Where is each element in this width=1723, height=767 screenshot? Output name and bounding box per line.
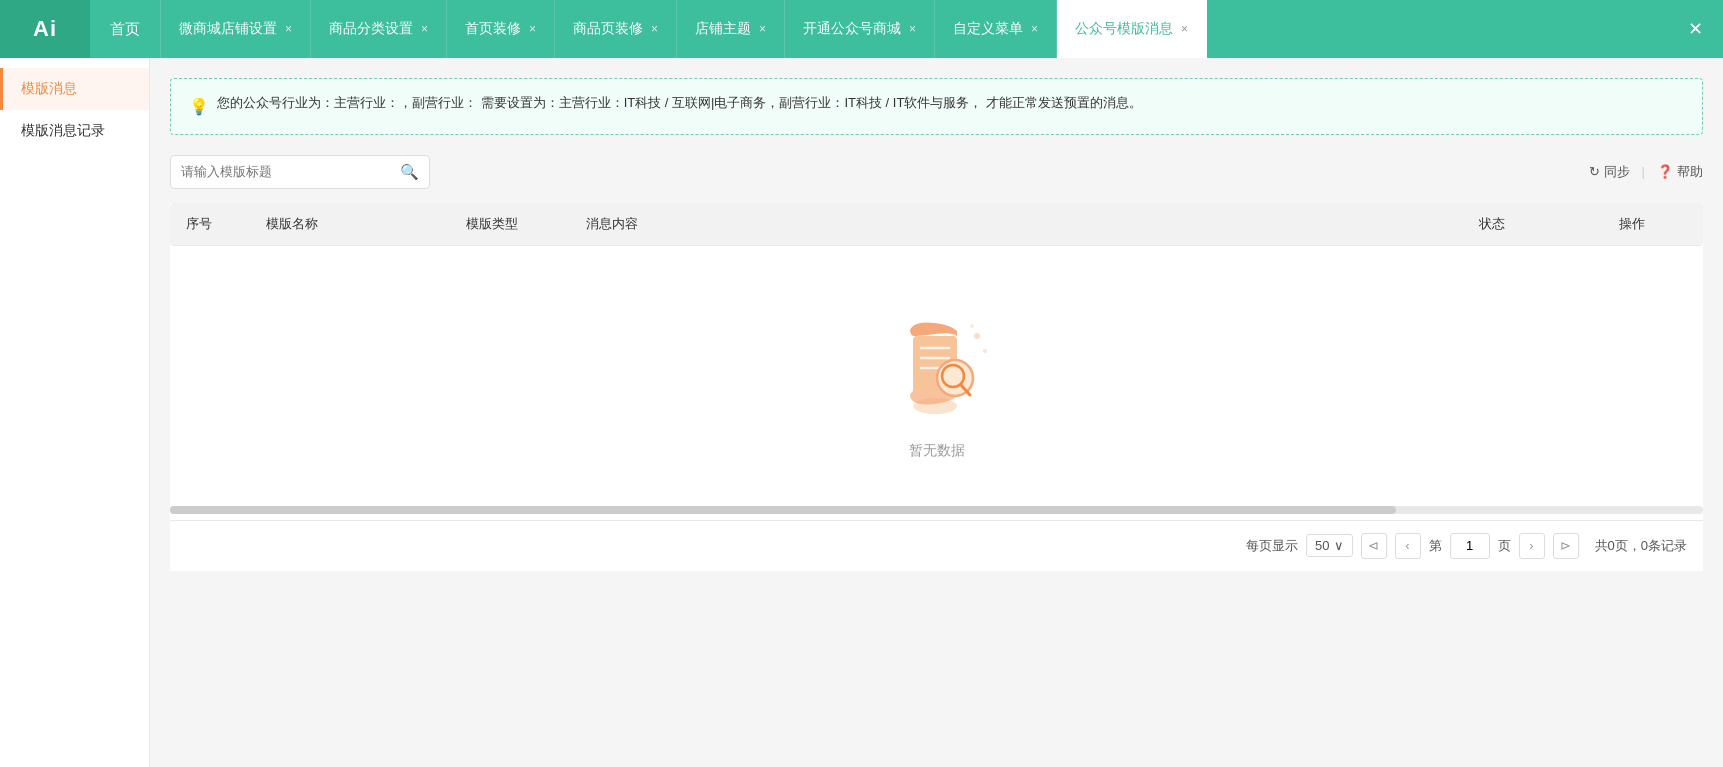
topbar-tab-weishop-settings[interactable]: 微商城店铺设置 × xyxy=(161,0,311,58)
content-area: 💡 您的公众号行业为：主营行业：，副营行业： 需要设置为：主营行业：IT科技 /… xyxy=(150,58,1723,767)
help-button[interactable]: ❓ 帮助 xyxy=(1657,163,1703,181)
horizontal-scrollbar[interactable] xyxy=(170,506,1703,514)
empty-illustration xyxy=(877,306,997,426)
chevron-down-icon: ∨ xyxy=(1334,538,1344,553)
notice-box: 💡 您的公众号行业为：主营行业：，副营行业： 需要设置为：主营行业：IT科技 /… xyxy=(170,78,1703,135)
col-header-type: 模版类型 xyxy=(450,203,570,246)
col-header-action: 操作 xyxy=(1603,203,1703,246)
col-header-index: 序号 xyxy=(170,203,250,246)
topbar-tab-shop-theme[interactable]: 店铺主题 × xyxy=(677,0,785,58)
tab-close-icon-weishop-settings[interactable]: × xyxy=(285,22,292,36)
notice-icon: 💡 xyxy=(189,94,209,120)
notice-text: 您的公众号行业为：主营行业：，副营行业： 需要设置为：主营行业：IT科技 / 互… xyxy=(217,93,1142,114)
pagination-total: 共0页，0条记录 xyxy=(1595,537,1687,555)
search-icon[interactable]: 🔍 xyxy=(400,163,419,181)
page-size-select[interactable]: 50 ∨ xyxy=(1306,534,1352,557)
app-logo: Ai xyxy=(0,0,90,58)
page-size-label: 每页显示 xyxy=(1246,537,1298,555)
sync-button[interactable]: ↻ 同步 xyxy=(1589,163,1630,181)
topbar-tab-home[interactable]: 首页 xyxy=(90,0,161,58)
tab-close-icon-category-settings[interactable]: × xyxy=(421,22,428,36)
tab-close-icon-template-msg[interactable]: × xyxy=(1181,22,1188,36)
svg-point-10 xyxy=(970,324,974,328)
table-wrapper: 序号模版名称模版类型消息内容状态操作 xyxy=(170,203,1703,571)
topbar-tab-template-msg[interactable]: 公众号模版消息 × xyxy=(1057,0,1207,58)
prev-page-button[interactable]: ‹ xyxy=(1395,533,1421,559)
topbar-tab-home-decor[interactable]: 首页装修 × xyxy=(447,0,555,58)
tab-close-icon-product-decor[interactable]: × xyxy=(651,22,658,36)
topbar-tab-product-decor[interactable]: 商品页装修 × xyxy=(555,0,677,58)
close-all-button[interactable]: ✕ xyxy=(1668,0,1723,58)
page-di-label: 第 xyxy=(1429,537,1442,555)
next-page-button[interactable]: › xyxy=(1519,533,1545,559)
toolbar-right: ↻ 同步 | ❓ 帮助 xyxy=(1589,163,1703,181)
topbar-tab-custom-menu[interactable]: 自定义菜单 × xyxy=(935,0,1057,58)
empty-state: 暂无数据 xyxy=(170,246,1703,500)
scrollbar-thumb xyxy=(170,506,1396,514)
pagination-bar: 每页显示 50 ∨ ⊲ ‹ 第 页 › ⊳ 共0页，0条记录 xyxy=(170,520,1703,571)
page-unit-label: 页 xyxy=(1498,537,1511,555)
sidebar: 模版消息模版消息记录 xyxy=(0,58,150,767)
first-page-button[interactable]: ⊲ xyxy=(1361,533,1387,559)
sidebar-item-template-msg-log[interactable]: 模版消息记录 xyxy=(0,110,149,152)
svg-point-8 xyxy=(974,333,980,339)
page-size-value: 50 xyxy=(1315,538,1329,553)
topbar-tab-category-settings[interactable]: 商品分类设置 × xyxy=(311,0,447,58)
search-input-wrap: 🔍 xyxy=(170,155,430,189)
topbar: Ai 首页微商城店铺设置 ×商品分类设置 ×首页装修 ×商品页装修 ×店铺主题 … xyxy=(0,0,1723,58)
topbar-tab-open-mall[interactable]: 开通公众号商城 × xyxy=(785,0,935,58)
last-page-button[interactable]: ⊳ xyxy=(1553,533,1579,559)
sync-icon: ↻ xyxy=(1589,164,1600,179)
table-scroll: 序号模版名称模版类型消息内容状态操作 xyxy=(170,203,1703,246)
svg-point-9 xyxy=(983,349,987,353)
search-bar: 🔍 ↻ 同步 | ❓ 帮助 xyxy=(170,155,1703,189)
help-icon: ❓ xyxy=(1657,164,1673,179)
tab-close-icon-custom-menu[interactable]: × xyxy=(1031,22,1038,36)
col-header-status: 状态 xyxy=(1463,203,1603,246)
page-number-input[interactable] xyxy=(1450,533,1490,559)
tab-close-icon-open-mall[interactable]: × xyxy=(909,22,916,36)
col-header-name: 模版名称 xyxy=(250,203,450,246)
empty-text: 暂无数据 xyxy=(909,442,965,460)
col-header-content: 消息内容 xyxy=(570,203,1463,246)
main-layout: 模版消息模版消息记录 💡 您的公众号行业为：主营行业：，副营行业： 需要设置为：… xyxy=(0,58,1723,767)
data-table: 序号模版名称模版类型消息内容状态操作 xyxy=(170,203,1703,246)
table-header: 序号模版名称模版类型消息内容状态操作 xyxy=(170,203,1703,246)
tab-close-icon-home-decor[interactable]: × xyxy=(529,22,536,36)
tab-close-icon-shop-theme[interactable]: × xyxy=(759,22,766,36)
search-input[interactable] xyxy=(181,164,394,179)
toolbar-divider: | xyxy=(1642,164,1645,179)
sidebar-item-template-msg[interactable]: 模版消息 xyxy=(0,68,149,110)
